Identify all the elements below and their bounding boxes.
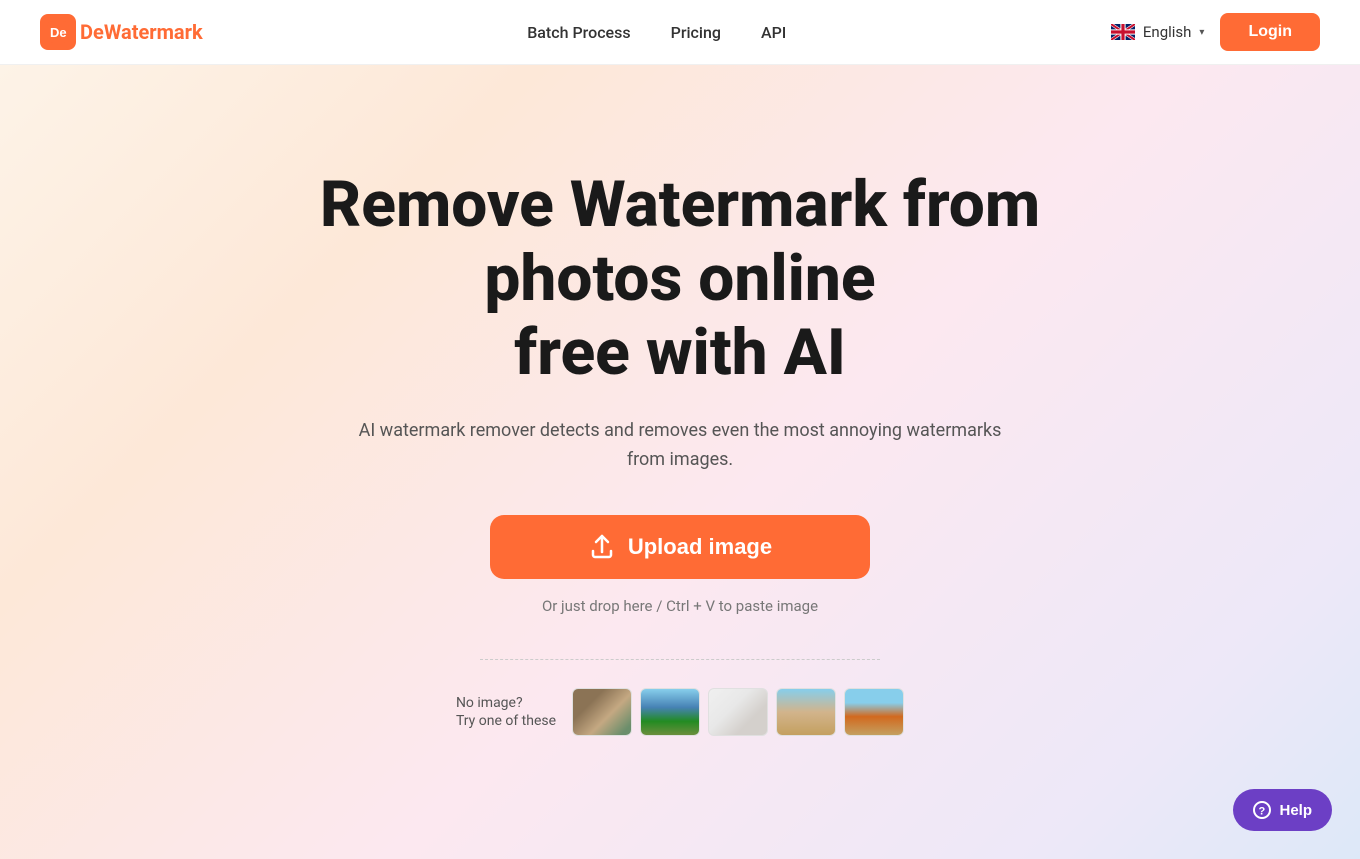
sample-thumb-1[interactable]	[572, 688, 632, 736]
hero-section: Remove Watermark from photos online free…	[0, 65, 1360, 859]
sample-thumb-4[interactable]	[776, 688, 836, 736]
login-button[interactable]: Login	[1220, 13, 1320, 51]
upload-icon	[588, 533, 616, 561]
nav-batch-process[interactable]: Batch Process	[527, 23, 630, 42]
help-label: Help	[1279, 802, 1312, 819]
chevron-down-icon: ▾	[1199, 27, 1204, 38]
logo-text: DeWatermark	[80, 20, 203, 44]
nav-api[interactable]: API	[761, 23, 786, 42]
help-button[interactable]: ? Help	[1233, 789, 1332, 831]
upload-image-button[interactable]: Upload image	[490, 515, 870, 579]
svg-text:De: De	[50, 25, 67, 40]
sample-thumb-3[interactable]	[708, 688, 768, 736]
no-image-text: No image?	[456, 695, 523, 711]
drop-hint: Or just drop here / Ctrl + V to paste im…	[542, 597, 818, 615]
samples-label: No image? Try one of these	[456, 695, 556, 729]
sample-thumb-2[interactable]	[640, 688, 700, 736]
logo[interactable]: De DeWatermark	[40, 14, 203, 50]
samples-row: No image? Try one of these	[456, 688, 904, 736]
navbar: De DeWatermark Batch Process Pricing API…	[0, 0, 1360, 65]
samples-divider	[480, 659, 880, 660]
logo-icon: De	[40, 14, 76, 50]
upload-area: Upload image Or just drop here / Ctrl + …	[456, 515, 904, 736]
sample-images	[572, 688, 904, 736]
language-selector[interactable]: English ▾	[1111, 23, 1205, 41]
sample-thumb-5[interactable]	[844, 688, 904, 736]
try-these-text: Try one of these	[456, 713, 556, 729]
uk-flag-icon	[1111, 24, 1135, 40]
language-label: English	[1143, 23, 1192, 41]
svg-text:?: ?	[1259, 806, 1266, 818]
nav-pricing[interactable]: Pricing	[671, 23, 721, 42]
nav-links: Batch Process Pricing API	[527, 23, 786, 42]
nav-right: English ▾ Login	[1111, 13, 1320, 51]
hero-subtitle: AI watermark remover detects and removes…	[355, 417, 1005, 475]
hero-title: Remove Watermark from photos online free…	[230, 168, 1130, 389]
help-circle-icon: ?	[1253, 801, 1271, 819]
